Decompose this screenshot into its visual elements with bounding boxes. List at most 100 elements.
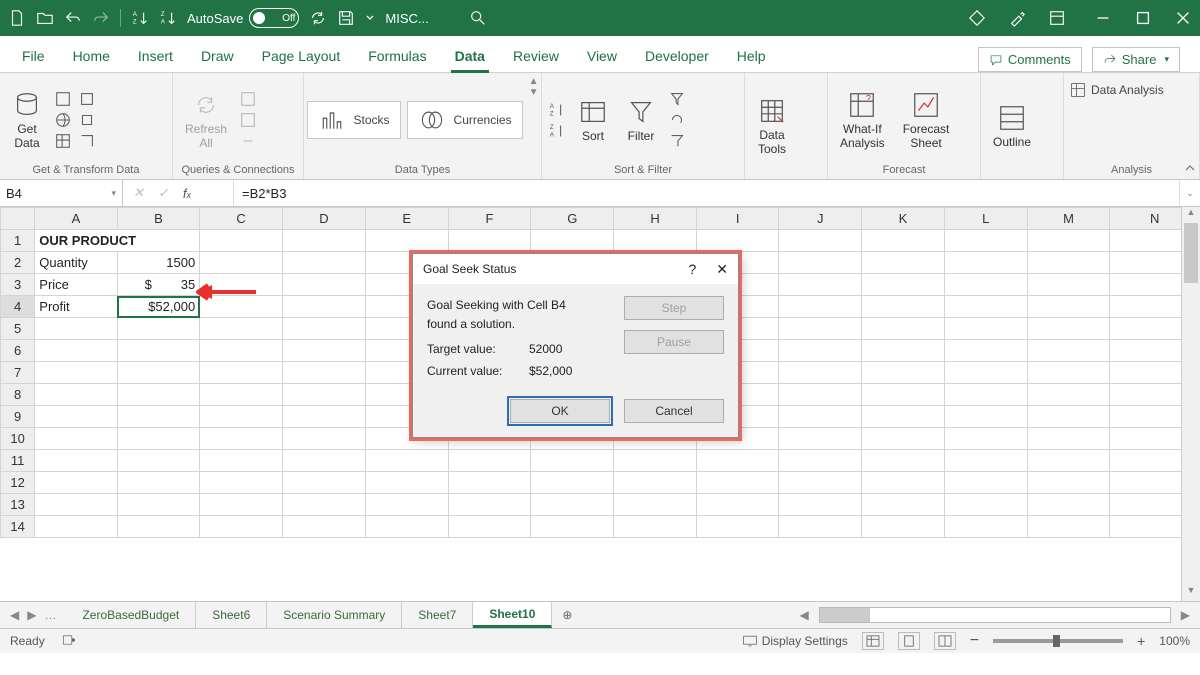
- row-header[interactable]: 3: [1, 274, 35, 296]
- row-header[interactable]: 13: [1, 494, 35, 516]
- undo-dropdown-icon[interactable]: [64, 9, 82, 27]
- properties-icon[interactable]: [239, 111, 257, 129]
- spreadsheet-grid[interactable]: A B C D E F G H I J K L M N 1OUR PRODUCT…: [0, 207, 1200, 601]
- datatypes-more[interactable]: ▲▼: [529, 76, 539, 98]
- sheet-tab[interactable]: Scenario Summary: [267, 602, 402, 628]
- advanced-filter-icon[interactable]: [668, 132, 686, 150]
- cell[interactable]: Price: [35, 274, 117, 296]
- tab-review[interactable]: Review: [499, 42, 573, 72]
- row-header[interactable]: 10: [1, 428, 35, 450]
- sheet-nav-next[interactable]: ▶: [27, 608, 36, 622]
- cancel-formula-icon[interactable]: ✕: [133, 185, 144, 201]
- zoom-value[interactable]: 100%: [1159, 634, 1190, 648]
- row-header[interactable]: 14: [1, 516, 35, 538]
- from-web-icon[interactable]: [54, 111, 72, 129]
- row-header[interactable]: 12: [1, 472, 35, 494]
- display-settings-button[interactable]: Display Settings: [742, 634, 848, 648]
- open-folder-icon[interactable]: [36, 9, 54, 27]
- forecast-sheet-button[interactable]: Forecast Sheet: [897, 88, 956, 151]
- existing-connections-icon[interactable]: [78, 111, 96, 129]
- row-header[interactable]: 2: [1, 252, 35, 274]
- whatif-button[interactable]: ?What-If Analysis: [834, 88, 891, 151]
- macro-record-icon[interactable]: [61, 633, 77, 650]
- col-header[interactable]: J: [779, 208, 862, 230]
- cell[interactable]: Profit: [35, 296, 117, 318]
- tab-draw[interactable]: Draw: [187, 42, 248, 72]
- data-icon3[interactable]: [78, 132, 96, 150]
- row-header[interactable]: 9: [1, 406, 35, 428]
- currencies-datatype[interactable]: Currencies: [407, 101, 523, 139]
- tab-page-layout[interactable]: Page Layout: [248, 42, 355, 72]
- queries-icon[interactable]: [239, 90, 257, 108]
- redo-icon[interactable]: [92, 9, 110, 27]
- save-dropdown-icon[interactable]: [365, 9, 375, 27]
- row-header[interactable]: 7: [1, 362, 35, 384]
- ribbon-options-icon[interactable]: [1048, 9, 1066, 27]
- reapply-icon[interactable]: [668, 111, 686, 129]
- col-header[interactable]: B: [117, 208, 200, 230]
- save-icon[interactable]: [337, 9, 355, 27]
- row-header[interactable]: 1: [1, 230, 35, 252]
- sort-button[interactable]: Sort: [572, 95, 614, 145]
- expand-formula-bar[interactable]: ⌄: [1179, 180, 1200, 206]
- recent-sources-icon[interactable]: [78, 90, 96, 108]
- minimize-icon[interactable]: [1094, 9, 1112, 27]
- tab-insert[interactable]: Insert: [124, 42, 187, 72]
- diamond-icon[interactable]: [968, 9, 986, 27]
- sort-za-small-icon[interactable]: ZA: [548, 122, 566, 140]
- tab-formulas[interactable]: Formulas: [354, 42, 440, 72]
- tab-home[interactable]: Home: [59, 42, 124, 72]
- clear-filter-icon[interactable]: [668, 90, 686, 108]
- data-tools-button[interactable]: Data Tools: [751, 94, 793, 157]
- active-cell[interactable]: $52,000: [117, 296, 200, 318]
- col-header[interactable]: C: [200, 208, 283, 230]
- col-header[interactable]: D: [283, 208, 366, 230]
- fx-icon[interactable]: fx: [183, 186, 191, 201]
- stocks-datatype[interactable]: Stocks: [307, 101, 401, 139]
- name-box[interactable]: B4▾: [0, 180, 123, 206]
- col-header[interactable]: F: [448, 208, 531, 230]
- sort-az-small-icon[interactable]: AZ: [548, 101, 566, 119]
- cancel-button[interactable]: Cancel: [624, 399, 724, 423]
- cell[interactable]: $ 35: [117, 274, 200, 296]
- share-button[interactable]: Share▾: [1092, 47, 1180, 72]
- close-icon[interactable]: [1174, 9, 1192, 27]
- col-header[interactable]: K: [862, 208, 945, 230]
- row-header[interactable]: 5: [1, 318, 35, 340]
- col-header[interactable]: E: [365, 208, 448, 230]
- col-header[interactable]: M: [1027, 208, 1110, 230]
- tab-view[interactable]: View: [573, 42, 631, 72]
- row-header[interactable]: 6: [1, 340, 35, 362]
- get-data-button[interactable]: Get Data: [6, 88, 48, 151]
- filter-button[interactable]: Filter: [620, 95, 662, 145]
- zoom-in-button[interactable]: +: [1137, 633, 1145, 649]
- sheet-nav-prev[interactable]: ◀: [10, 608, 19, 622]
- cell[interactable]: Quantity: [35, 252, 117, 274]
- new-file-icon[interactable]: [8, 9, 26, 27]
- formula-bar[interactable]: =B2*B3: [233, 180, 1179, 206]
- autosave-toggle[interactable]: AutoSave Off: [187, 8, 299, 28]
- col-header[interactable]: I: [697, 208, 779, 230]
- comments-button[interactable]: Comments: [978, 47, 1082, 72]
- from-table-icon[interactable]: [54, 132, 72, 150]
- row-header[interactable]: 8: [1, 384, 35, 406]
- dialog-close-icon[interactable]: ✕: [716, 261, 728, 278]
- row-header[interactable]: 11: [1, 450, 35, 472]
- search-icon[interactable]: [469, 9, 487, 27]
- cell[interactable]: OUR PRODUCT: [35, 230, 200, 252]
- horizontal-scrollbar[interactable]: [819, 607, 1171, 623]
- sheet-nav-more[interactable]: …: [44, 608, 56, 622]
- tab-file[interactable]: File: [8, 42, 59, 72]
- hscroll-left[interactable]: ◀: [796, 608, 813, 622]
- sheet-tab[interactable]: Sheet6: [196, 602, 267, 628]
- vertical-scrollbar[interactable]: ▲ ▼: [1181, 207, 1200, 601]
- tab-help[interactable]: Help: [723, 42, 780, 72]
- brush-icon[interactable]: [1008, 9, 1026, 27]
- data-analysis-button[interactable]: Data Analysis: [1070, 82, 1164, 98]
- new-sheet-button[interactable]: ⊕: [552, 602, 582, 628]
- col-header[interactable]: L: [944, 208, 1027, 230]
- cell[interactable]: 1500: [117, 252, 200, 274]
- view-page-layout-icon[interactable]: [898, 632, 920, 650]
- outline-button[interactable]: Outline: [987, 101, 1037, 151]
- sheet-tab-active[interactable]: Sheet10: [473, 602, 552, 628]
